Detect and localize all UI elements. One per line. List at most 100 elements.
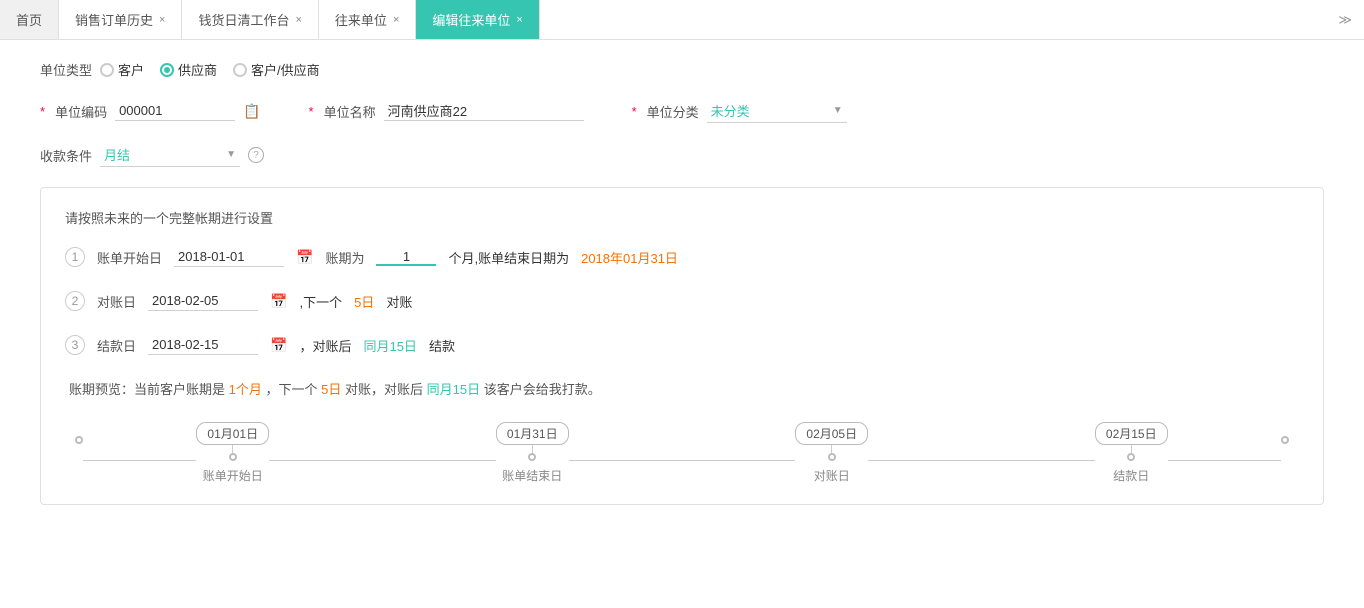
- step-3-suffix-pre: ，对账后: [299, 336, 351, 355]
- step-2-suffix-pre: ,下一个: [299, 292, 342, 311]
- unit-code-group: * 单位编码 📋: [40, 101, 261, 121]
- unit-name-input[interactable]: [384, 101, 584, 121]
- tl-connector-4: [1131, 445, 1132, 453]
- step-3-row: 3 结款日 📅 ，对账后 同月15日 结款: [65, 335, 1299, 355]
- payment-terms-label: 收款条件: [40, 146, 92, 165]
- preview-mid1: ，下一个: [266, 382, 318, 397]
- tab-edit-label: 编辑往来单位: [432, 10, 510, 29]
- tab-edit-partner[interactable]: 编辑往来单位 ×: [416, 0, 539, 39]
- chevron-down-icon: ▼: [833, 105, 843, 116]
- unit-category-select[interactable]: 未分类 ▼: [707, 99, 847, 123]
- tl-badge-4: 02月15日: [1095, 422, 1168, 445]
- tl-line-8: [1168, 460, 1281, 461]
- step-2-cal-icon[interactable]: 📅: [270, 293, 287, 310]
- tl-line-3: [383, 460, 496, 461]
- step-3-date-input[interactable]: [148, 335, 258, 355]
- tab-home-label: 首页: [16, 10, 42, 29]
- tab-home[interactable]: 首页: [0, 0, 59, 39]
- step-1-period-unit: 个月,账单结束日期为: [448, 248, 569, 267]
- tl-line-1: [83, 460, 196, 461]
- step-3-suffix-post: 结款: [429, 336, 455, 355]
- step-1-cal-icon[interactable]: 📅: [296, 249, 313, 266]
- tl-dot-1: [229, 453, 237, 461]
- unit-code-copy-icon[interactable]: 📋: [243, 103, 260, 120]
- tl-line-6: [868, 460, 981, 461]
- step-1-row: 1 账单开始日 📅 账期为 个月,账单结束日期为 2018年01月31日: [65, 247, 1299, 267]
- preview-part1: 1个月: [229, 382, 262, 397]
- step-1-date-input[interactable]: [174, 247, 284, 267]
- radio-supplier[interactable]: 供应商: [160, 60, 217, 79]
- tl-dot-3: [828, 453, 836, 461]
- tl-line-5: [682, 460, 795, 461]
- radio-cs-circle: [233, 63, 247, 77]
- step-1-period-label: 账期为: [325, 248, 364, 267]
- unit-type-label: 单位类型: [40, 60, 92, 79]
- step-2-suffix-post: 对账: [386, 292, 412, 311]
- tl-badge-2: 01月31日: [496, 422, 569, 445]
- tab-partner-label: 往来单位: [335, 10, 387, 29]
- tl-dot-2: [528, 453, 536, 461]
- tab-cash-close-icon[interactable]: ×: [295, 14, 301, 26]
- timeline: 01月01日 账单开始日 01月31日 账单结束日: [65, 422, 1299, 484]
- timeline-end-dot: [1281, 436, 1289, 444]
- step-3-suffix-highlight: 同月15日: [363, 336, 416, 355]
- tl-label-4: 结款日: [1113, 467, 1149, 484]
- unit-name-star: *: [309, 104, 314, 119]
- step-3-cal-icon[interactable]: 📅: [270, 337, 287, 354]
- tl-line-4: [569, 460, 682, 461]
- tl-connector-1: [232, 445, 233, 453]
- step-1-label: 账单开始日: [97, 248, 162, 267]
- step-2-row: 2 对账日 📅 ,下一个 5日 对账: [65, 291, 1299, 311]
- tl-badge-1: 01月01日: [196, 422, 269, 445]
- section-title: 请按照未来的一个完整帐期进行设置: [65, 208, 1299, 227]
- unit-code-star: *: [40, 104, 45, 119]
- tl-label-1: 账单开始日: [203, 467, 263, 484]
- period-section: 请按照未来的一个完整帐期进行设置 1 账单开始日 📅 账期为 个月,账单结束日期…: [40, 187, 1324, 505]
- preview-mid2: 对账，对账后: [345, 382, 423, 397]
- info-row: * 单位编码 📋 * 单位名称 * 单位分类 未分类 ▼: [40, 99, 1324, 123]
- payment-terms-select[interactable]: 月结 ▼: [100, 143, 240, 167]
- tab-edit-close-icon[interactable]: ×: [516, 14, 522, 26]
- tab-partner-units[interactable]: 往来单位 ×: [319, 0, 416, 39]
- unit-cat-value: 未分类: [711, 101, 829, 120]
- tab-sales-label: 销售订单历史: [75, 10, 153, 29]
- preview-suffix: 该客户会给我打款。: [484, 382, 601, 397]
- unit-name-group: * 单位名称: [309, 101, 584, 121]
- step-1-number: 1: [65, 247, 85, 267]
- tab-sales-order-history[interactable]: 销售订单历史 ×: [59, 0, 182, 39]
- step-2-label: 对账日: [97, 292, 136, 311]
- step-1-end-date: 2018年01月31日: [581, 248, 678, 267]
- tab-partner-close-icon[interactable]: ×: [393, 14, 399, 26]
- tl-label-2: 账单结束日: [502, 467, 562, 484]
- unit-cat-label: 单位分类: [647, 102, 699, 121]
- help-icon[interactable]: ?: [248, 147, 264, 163]
- tab-expand-icon: ≫: [1338, 12, 1352, 28]
- preview-text: 账期预览：当前客户账期是 1个月 ，下一个 5日 对账，对账后 同月15日 该客…: [65, 379, 1299, 398]
- tl-line-7: [982, 460, 1095, 461]
- payment-chevron-icon: ▼: [226, 149, 236, 160]
- step-2-suffix-highlight: 5日: [354, 292, 374, 311]
- tl-line-2: [269, 460, 382, 461]
- unit-type-row: 单位类型 客户 供应商 客户/供应商: [40, 60, 1324, 79]
- radio-customer-supplier[interactable]: 客户/供应商: [233, 60, 320, 79]
- step-2-date-input[interactable]: [148, 291, 258, 311]
- unit-name-label: 单位名称: [324, 102, 376, 121]
- tab-expand-button[interactable]: ≫: [1326, 0, 1364, 39]
- radio-cs-label: 客户/供应商: [251, 60, 320, 79]
- preview-part2: 5日: [321, 382, 341, 397]
- tl-connector-2: [532, 445, 533, 453]
- tab-sales-close-icon[interactable]: ×: [159, 14, 165, 26]
- unit-code-input[interactable]: [115, 101, 235, 121]
- tl-badge-3: 02月05日: [795, 422, 868, 445]
- radio-supplier-circle: [160, 63, 174, 77]
- radio-customer[interactable]: 客户: [100, 60, 144, 79]
- tab-cash-label: 钱货日清工作台: [198, 10, 289, 29]
- unit-cat-star: *: [632, 104, 637, 119]
- tab-cash-ledger[interactable]: 钱货日清工作台 ×: [182, 0, 318, 39]
- step-1-month-input[interactable]: [376, 249, 436, 266]
- radio-customer-label: 客户: [118, 60, 144, 79]
- unit-category-group: * 单位分类 未分类 ▼: [632, 99, 847, 123]
- step-3-number: 3: [65, 335, 85, 355]
- radio-supplier-label: 供应商: [178, 60, 217, 79]
- payment-terms-row: 收款条件 月结 ▼ ?: [40, 143, 1324, 167]
